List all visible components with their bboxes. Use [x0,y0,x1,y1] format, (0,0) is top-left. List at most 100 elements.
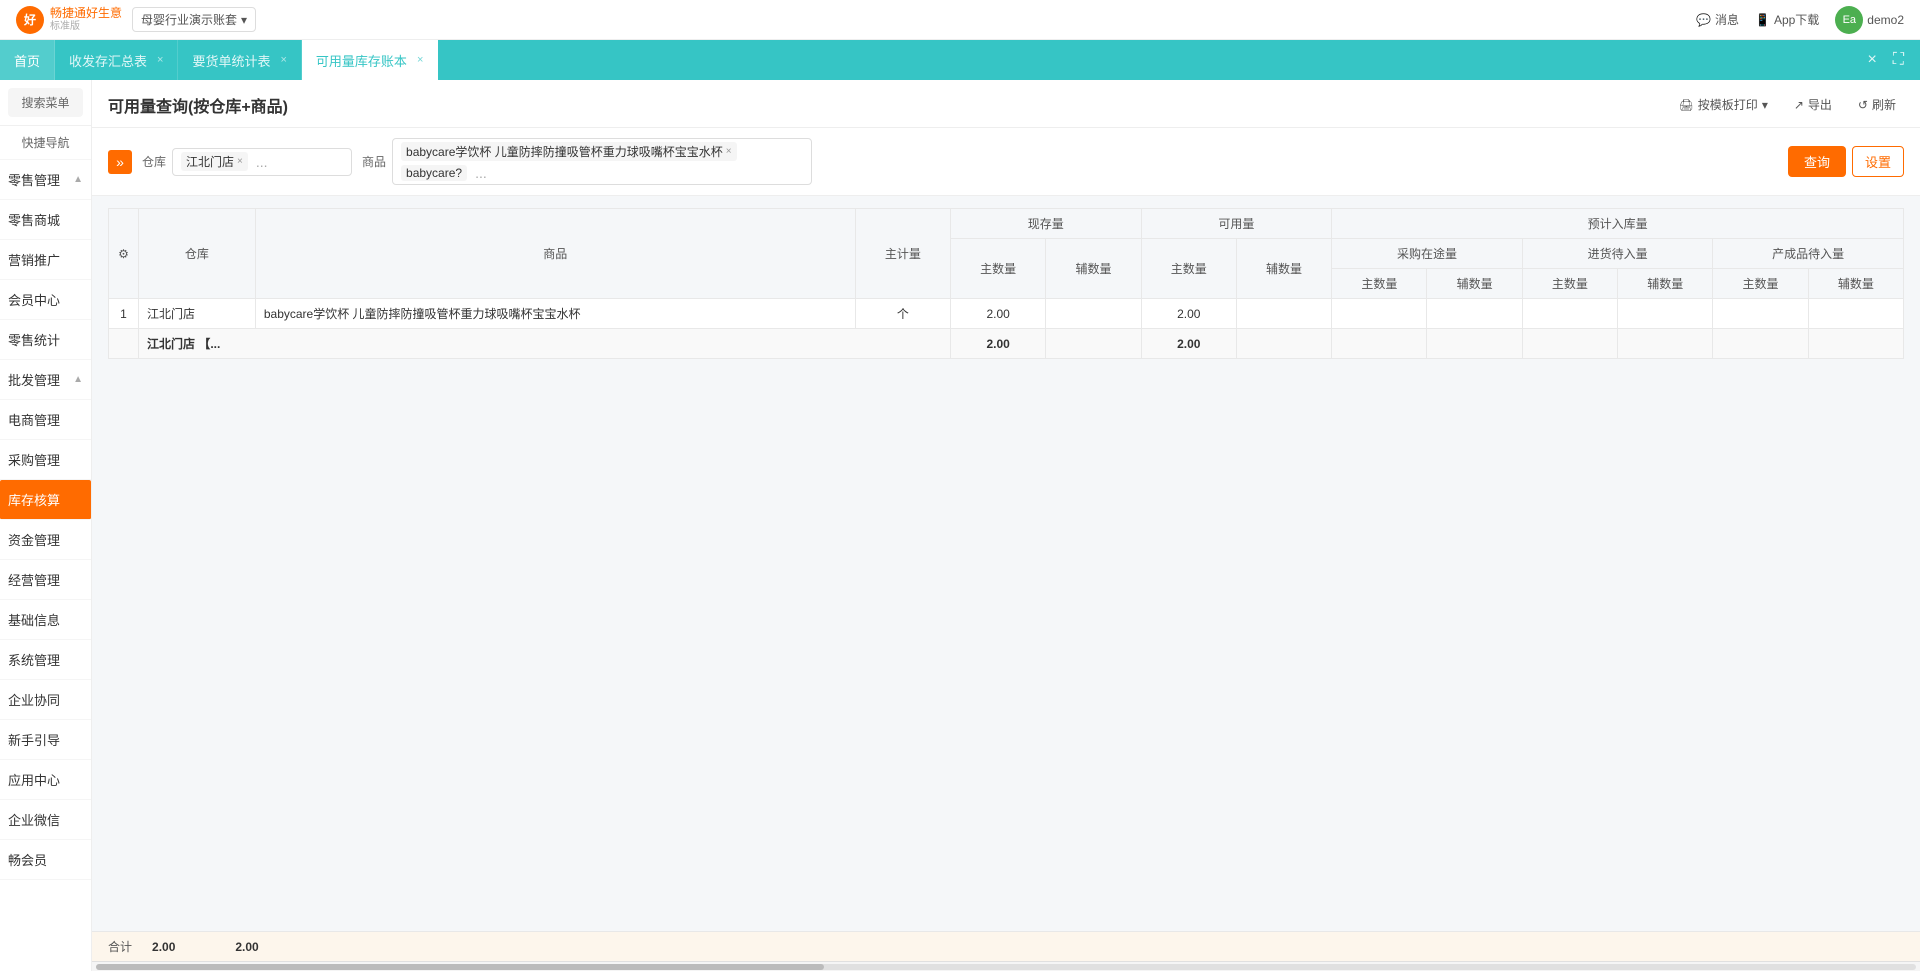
sidebar-item-finance-mgmt[interactable]: 资金管理 [0,520,91,560]
sidebar-item-purchase-mgmt[interactable]: 采购管理 [0,440,91,480]
row-available-aux [1236,299,1331,329]
product-filter-input[interactable]: babycare学饮杯 儿童防摔防撞吸管杯重力球吸嘴杯宝宝水杯 × babyca… [392,138,812,185]
content-area: 可用量查询(按仓库+商品) 🖨 按模板打印 ▾ ↗ 导出 ↺ 刷新 » [92,80,1920,971]
query-button[interactable]: 查询 [1788,146,1846,177]
export-icon: ↗ [1794,98,1804,112]
sidebar-item-retail-stats[interactable]: 零售统计 [0,320,91,360]
sidebar-item-inventory-check[interactable]: 库存核算 [0,480,91,520]
tab-home[interactable]: 首页 [0,40,55,80]
close-tab3-button[interactable]: × [417,54,423,66]
total-available-main: 2.00 [235,940,258,954]
tab-available-inventory[interactable]: 可用量库存账本 × [302,40,438,80]
filter-toggle-button[interactable]: » [108,150,132,174]
search-menu-button[interactable]: 搜索菜单 [8,88,83,117]
row-purchase-aux [1427,299,1522,329]
table-footer: 合计 2.00 2.00 [92,931,1920,961]
download-icon: 📱 [1755,13,1770,27]
message-button[interactable]: 💬 消息 [1696,11,1739,28]
warehouse-filter-input[interactable]: 江北门店 × ... [172,148,352,176]
col-purchase-main-header: 主数量 [1332,269,1427,299]
col-available-main-header: 主数量 [1141,239,1236,299]
sidebar: 搜索菜单 快捷导航 零售管理 ▲ 零售商城 营销推广 会员中心 零售统计 批发管… [0,80,92,971]
col-unit-header: 主计量 [855,209,950,299]
footer-values: 2.00 2.00 [152,940,259,954]
sidebar-item-ecommerce-mgmt[interactable]: 电商管理 [0,400,91,440]
sidebar-item-basic-info[interactable]: 基础信息 [0,600,91,640]
row-unit: 个 [855,299,950,329]
subtotal-available-aux [1236,329,1331,359]
table-row: 1 江北门店 babycare学饮杯 儿童防摔防撞吸管杯重力球吸嘴杯宝宝水杯 个… [109,299,1904,329]
col-settings-header[interactable]: ⚙ [109,209,139,299]
nav-tabs: 首页 收发存汇总表 × 要货单统计表 × 可用量库存账本 × × ⛶ [0,40,1920,80]
warehouse-more-button[interactable]: ... [252,154,272,170]
inventory-table: ⚙ 仓库 商品 主计量 现存量 可用量 预计入库量 主数量 辅数量 主数量 辅数… [108,208,1904,359]
sidebar-item-operation-mgmt[interactable]: 经营管理 [0,560,91,600]
col-production-group-header: 产成品待入量 [1713,239,1904,269]
warehouse-filter-group: 仓库 江北门店 × ... [142,148,352,176]
sidebar-item-system-mgmt[interactable]: 系统管理 [0,640,91,680]
sidebar-item-marketing[interactable]: 营销推广 [0,240,91,280]
print-template-button[interactable]: 🖨 按模板打印 ▾ [1671,92,1776,117]
user-profile[interactable]: Ea demo2 [1835,6,1904,34]
warehouse-filter-label: 仓库 [142,153,166,170]
tab-order-stats[interactable]: 要货单统计表 × [178,40,301,80]
sidebar-item-vip-member[interactable]: 畅会员 [0,840,91,880]
total-label: 合计 [108,938,132,955]
sidebar-search-area: 搜索菜单 [0,80,91,126]
col-stock-main-header: 主数量 [951,239,1046,299]
logo-text: 畅捷通好生意 标准版 [50,6,122,32]
close-tab2-button[interactable]: × [280,54,286,66]
message-icon: 💬 [1696,13,1711,27]
chevron-down-icon: ▾ [1762,98,1768,112]
subtotal-stock-main: 2.00 [951,329,1046,359]
scroll-track [96,964,1916,970]
product-filter-label: 商品 [362,153,386,170]
sidebar-item-enterprise-collab[interactable]: 企业协同 [0,680,91,720]
app-download-button[interactable]: 📱 App下载 [1755,11,1819,28]
col-product-header: 商品 [255,209,855,299]
sidebar-item-retail-mgmt[interactable]: 零售管理 ▲ [0,160,91,200]
sidebar-item-new-guide[interactable]: 新手引导 [0,720,91,760]
window-maximize-button[interactable]: ⛶ [1889,47,1908,73]
page-title: 可用量查询(按仓库+商品) [108,93,288,117]
product-tag-2: babycare? [401,165,467,181]
sidebar-item-enterprise-wechat[interactable]: 企业微信 [0,800,91,840]
logo-icon: 好 [16,6,44,34]
warehouse-tag-close[interactable]: × [237,156,243,167]
scroll-thumb[interactable] [96,964,824,970]
filter-area: » 仓库 江北门店 × ... 商品 babycare学饮杯 儿童防摔防撞吸管杯… [92,128,1920,196]
page-header-actions: 🖨 按模板打印 ▾ ↗ 导出 ↺ 刷新 [1671,92,1904,117]
col-stock-aux-header: 辅数量 [1046,239,1141,299]
col-incoming-aux-header: 辅数量 [1618,269,1713,299]
tag-label: 标准版 [50,21,122,33]
col-expected-group-header: 预计入库量 [1332,209,1904,239]
product-tag1-close[interactable]: × [726,146,732,157]
tab-receive-summary[interactable]: 收发存汇总表 × [55,40,178,80]
product-more-button[interactable]: ... [471,165,491,181]
quick-nav-button[interactable]: 快捷导航 [0,126,91,160]
row-purchase-main [1332,299,1427,329]
row-warehouse: 江北门店 [139,299,256,329]
logo-area: 好 畅捷通好生意 标准版 [16,6,122,34]
settings-button[interactable]: 设置 [1852,146,1904,177]
col-incoming-group-header: 进货待入量 [1522,239,1713,269]
sidebar-item-wholesale-mgmt[interactable]: 批发管理 ▲ [0,360,91,400]
window-close-button[interactable]: × [1863,47,1880,73]
industry-selector[interactable]: 母婴行业演示账套 ▾ [132,7,256,32]
refresh-button[interactable]: ↺ 刷新 [1850,92,1904,117]
window-actions: × ⛶ [1863,47,1920,73]
print-icon: 🖨 [1679,98,1694,112]
horizontal-scrollbar[interactable] [92,961,1920,971]
row-production-aux [1808,299,1903,329]
sidebar-item-member-center[interactable]: 会员中心 [0,280,91,320]
col-warehouse-header: 仓库 [139,209,256,299]
row-incoming-aux [1618,299,1713,329]
close-tab1-button[interactable]: × [157,54,163,66]
export-button[interactable]: ↗ 导出 [1786,92,1840,117]
sidebar-item-app-center[interactable]: 应用中心 [0,760,91,800]
col-production-main-header: 主数量 [1713,269,1808,299]
row-product: babycare学饮杯 儿童防摔防撞吸管杯重力球吸嘴杯宝宝水杯 [255,299,855,329]
col-available-group-header: 可用量 [1141,209,1332,239]
chevron-icon: ▲ [73,374,83,385]
sidebar-item-retail-mall[interactable]: 零售商城 [0,200,91,240]
